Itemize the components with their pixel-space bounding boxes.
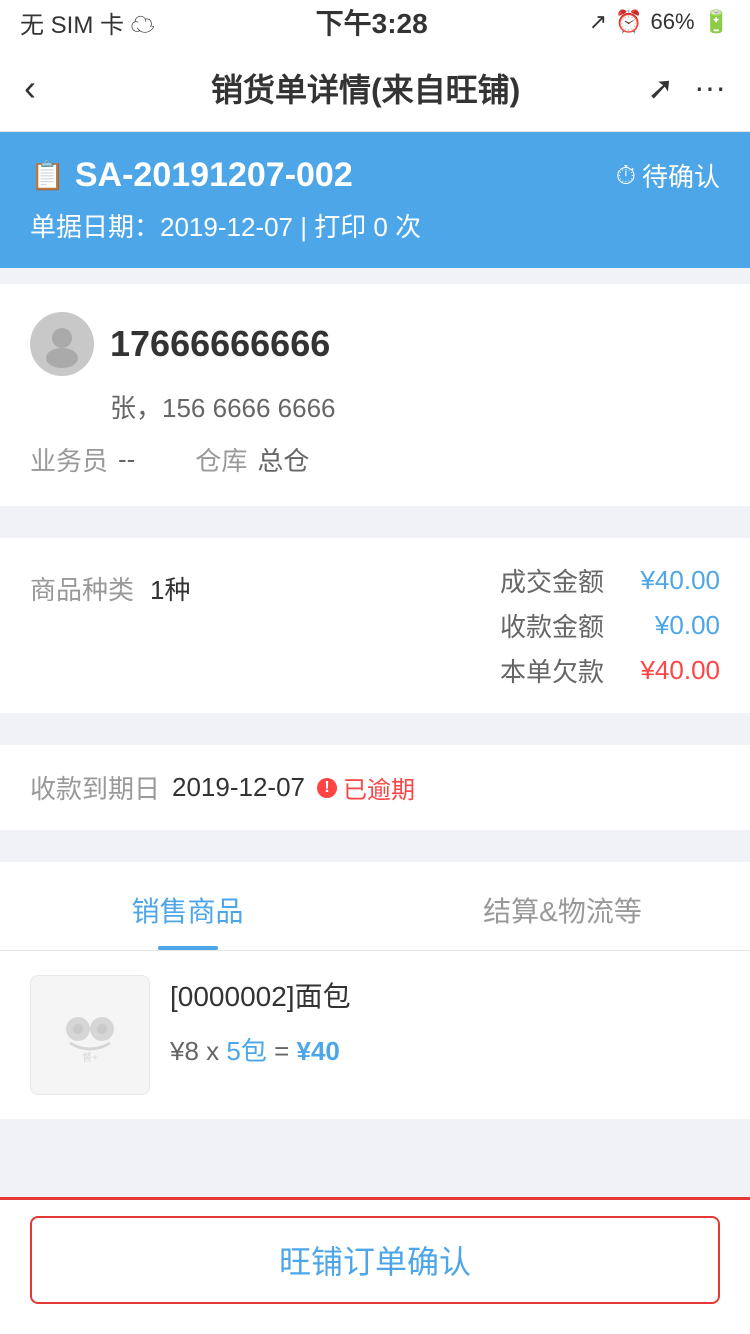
warehouse-label: 仓库 xyxy=(195,441,247,478)
back-button[interactable]: ‹ xyxy=(24,67,84,109)
debt-label: 本单欠款 xyxy=(500,652,604,689)
product-thumbnail: 督+ xyxy=(30,975,150,1095)
svg-text:督+: 督+ xyxy=(82,1051,98,1064)
customer-meta: 业务员 -- 仓库 总仓 xyxy=(30,441,720,478)
order-status: ⏱ 待确认 xyxy=(616,157,720,194)
stats-section: 商品种类 1种 成交金额 ¥40.00 收款金额 ¥0.00 本单欠款 ¥40.… xyxy=(0,538,750,713)
tabs-section: 销售商品 结算&物流等 督+ [0000002]面包 xyxy=(0,862,750,1119)
warehouse-value: 总仓 xyxy=(257,441,309,478)
status-time: 下午3:28 xyxy=(316,2,428,42)
share-button[interactable]: ➚ xyxy=(647,69,674,107)
receipt-label: 收款金额 xyxy=(500,607,604,644)
customer-section: 17666666666 张，156 6666 6666 业务员 -- 仓库 总仓 xyxy=(0,284,750,506)
customer-name: 张，156 6666 6666 xyxy=(30,388,720,425)
nav-bar: ‹ 销货单详情(来自旺铺) ➚ ··· xyxy=(0,44,750,132)
product-type-info: 商品种类 1种 xyxy=(30,562,190,607)
product-item: 督+ [0000002]面包 ¥8 x 5包 = ¥40 xyxy=(30,975,720,1095)
order-header-card: 📋 SA-20191207-002 ⏱ 待确认 单据日期：2019-12-07 … xyxy=(0,132,750,268)
status-bar: 无 SIM 卡 ☁ 下午3:28 ↗ ⏰ 66% 🔋 xyxy=(0,0,750,44)
product-qty: 5包 xyxy=(226,1036,266,1066)
bottom-bar: 旺铺订单确认 xyxy=(0,1197,750,1334)
salesman-value: -- xyxy=(118,444,135,475)
product-total: ¥40 xyxy=(296,1036,339,1066)
overdue-text: 已逾期 xyxy=(343,770,415,805)
order-number: 📋 SA-20191207-002 xyxy=(30,156,353,195)
product-price: ¥8 x 5包 = ¥40 xyxy=(170,1031,720,1068)
customer-header: 17666666666 xyxy=(30,312,720,376)
type-value: 1种 xyxy=(150,570,190,607)
customer-avatar xyxy=(30,312,94,376)
warehouse-info: 仓库 总仓 xyxy=(195,441,309,478)
order-date: 单据日期：2019-12-07 | 打印 0 次 xyxy=(30,207,720,244)
order-icon: 📋 xyxy=(30,159,65,192)
battery-icon: 🔋 xyxy=(703,9,730,35)
debt-row: 本单欠款 ¥40.00 xyxy=(500,652,720,689)
confirm-order-button[interactable]: 旺铺订单确认 xyxy=(30,1216,720,1304)
transaction-row: 成交金额 ¥40.00 xyxy=(500,562,720,599)
due-date-section: 收款到期日 2019-12-07 ! 已逾期 xyxy=(0,745,750,830)
clock-icon: ⏰ xyxy=(615,9,642,35)
divider-4 xyxy=(0,846,750,862)
product-name: [0000002]面包 xyxy=(170,975,720,1015)
overdue-icon: ! xyxy=(317,778,337,798)
divider-1 xyxy=(0,268,750,284)
transaction-amount: ¥40.00 xyxy=(620,565,720,596)
debt-amount: ¥40.00 xyxy=(620,655,720,686)
location-icon: ↗ xyxy=(589,9,607,35)
type-label: 商品种类 xyxy=(30,570,134,607)
more-button[interactable]: ··· xyxy=(694,69,726,106)
status-right: ↗ ⏰ 66% 🔋 xyxy=(589,9,730,35)
salesman-info: 业务员 -- xyxy=(30,441,135,478)
receipt-amount: ¥0.00 xyxy=(620,610,720,641)
tab-settlement[interactable]: 结算&物流等 xyxy=(375,862,750,950)
tab-products[interactable]: 销售商品 xyxy=(0,862,375,950)
salesman-label: 业务员 xyxy=(30,441,108,478)
status-left: 无 SIM 卡 ☁ xyxy=(20,5,155,40)
nav-actions: ➚ ··· xyxy=(647,69,726,107)
product-details: [0000002]面包 ¥8 x 5包 = ¥40 xyxy=(170,975,720,1068)
sim-status: 无 SIM 卡 ☁ xyxy=(20,5,155,40)
stats-row: 商品种类 1种 成交金额 ¥40.00 收款金额 ¥0.00 本单欠款 ¥40.… xyxy=(30,562,720,689)
product-list: 督+ [0000002]面包 ¥8 x 5包 = ¥40 xyxy=(0,951,750,1119)
price-base: ¥8 x xyxy=(170,1036,226,1066)
tabs-header: 销售商品 结算&物流等 xyxy=(0,862,750,951)
divider-3 xyxy=(0,729,750,745)
equals-sign: = xyxy=(267,1036,297,1066)
battery-status: 66% xyxy=(651,9,695,35)
overdue-badge: ! 已逾期 xyxy=(317,770,415,805)
page-title: 销货单详情(来自旺铺) xyxy=(211,65,520,111)
due-date-label: 收款到期日 xyxy=(30,769,160,806)
receipt-row: 收款金额 ¥0.00 xyxy=(500,607,720,644)
due-date-value: 2019-12-07 xyxy=(172,772,305,803)
divider-2 xyxy=(0,522,750,538)
amount-info: 成交金额 ¥40.00 收款金额 ¥0.00 本单欠款 ¥40.00 xyxy=(500,562,720,689)
transaction-label: 成交金额 xyxy=(500,562,604,599)
customer-phone: 17666666666 xyxy=(110,323,330,365)
clock-icon: ⏱ xyxy=(616,160,636,192)
